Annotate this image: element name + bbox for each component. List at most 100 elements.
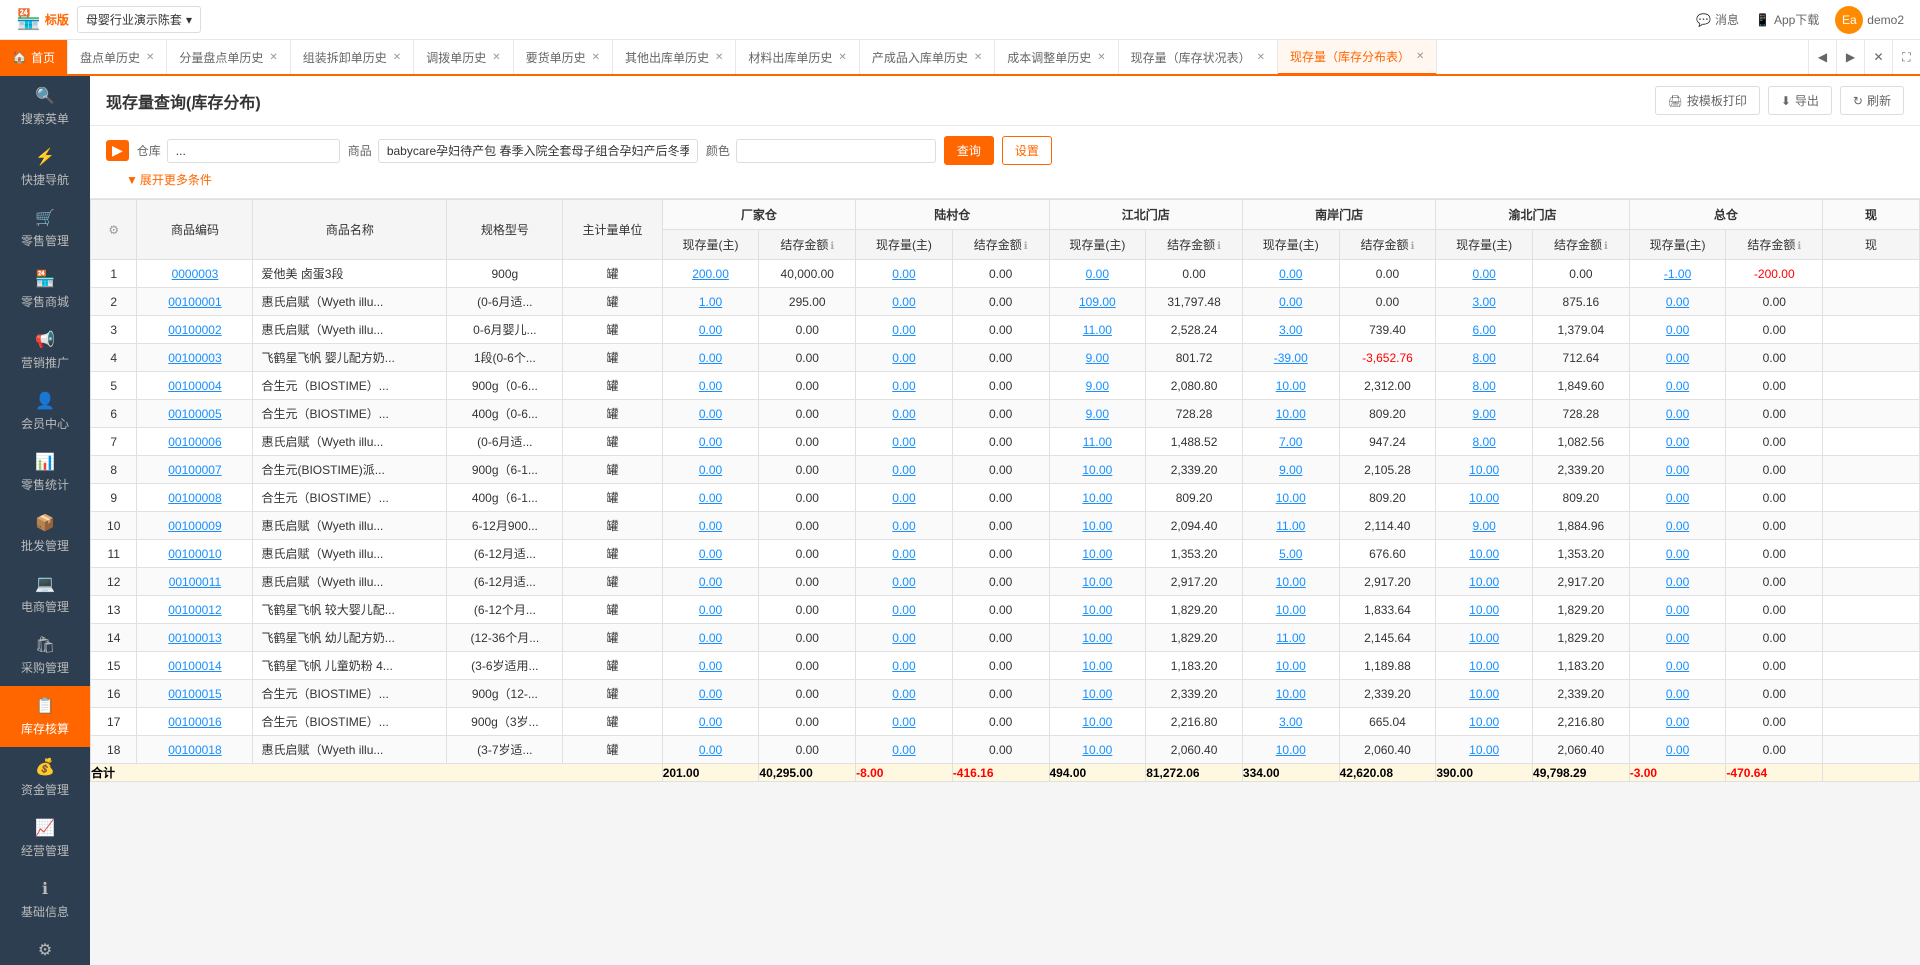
sidebar-item-basic[interactable]: ℹ 基础信息: [0, 869, 90, 930]
expand-icon: ▼: [126, 173, 138, 187]
sidebar-item-ecom[interactable]: 💻 电商管理: [0, 564, 90, 625]
th-group-jiangbei: 江北门店: [1049, 200, 1242, 230]
close-icon[interactable]: ✕: [715, 52, 723, 63]
close-icon[interactable]: ✕: [1416, 51, 1424, 62]
sidebar-label-finance: 资金管理: [21, 781, 69, 798]
sidebar-label-shop: 零售商城: [21, 293, 69, 310]
table-row: 1300100012飞鹤星飞帆 较大婴儿配...(6-12个月...罐0.000…: [91, 596, 1920, 624]
close-icon[interactable]: ✕: [592, 52, 600, 63]
th-lucun-amt: 结存金额ℹ: [952, 230, 1049, 260]
tab-4[interactable]: 调拨单历史 ✕: [414, 40, 513, 75]
refresh-button[interactable]: ↻ 刷新: [1840, 86, 1904, 115]
table-row: 400100003飞鹤星飞帆 婴儿配方奶...1段(0-6个...罐0.000.…: [91, 344, 1920, 372]
refresh-icon: ↻: [1853, 94, 1863, 108]
th-current: 现: [1823, 230, 1920, 260]
sidebar-item-member[interactable]: 👤 会员中心: [0, 381, 90, 442]
sidebar-item-finance[interactable]: 💰 资金管理: [0, 747, 90, 808]
th-jiangbei-amt: 结存金额ℹ: [1146, 230, 1243, 260]
org-selector[interactable]: 母婴行业演示陈套 ▾: [77, 6, 201, 33]
product-name: 合生元（BIOSTIME）...: [253, 372, 447, 400]
close-icon[interactable]: ✕: [269, 52, 277, 63]
sidebar-item-wholesale[interactable]: 📦 批发管理: [0, 503, 90, 564]
query-button[interactable]: 查询: [944, 136, 994, 165]
tab-5[interactable]: 要货单历史 ✕: [514, 40, 613, 75]
expand-conditions-button[interactable]: ▼ 展开更多条件: [126, 171, 1904, 188]
tab-9[interactable]: 成本调整单历史 ✕: [995, 40, 1118, 75]
table-row: 1800100018惠氏启赋（Wyeth illu...(3-7岁适...罐0.…: [91, 736, 1920, 764]
home-icon: 🏠: [12, 50, 27, 64]
settings-gear-icon[interactable]: ⚙: [108, 223, 119, 237]
message-item[interactable]: 💬 消息: [1696, 11, 1739, 28]
close-icon[interactable]: ✕: [492, 52, 500, 63]
product-name: 飞鹤星飞帆 幼儿配方奶...: [253, 624, 447, 652]
top-bar-right: 💬 消息 📱 App下载 Ea demo2: [1696, 6, 1904, 34]
printer-icon: 🖨: [1668, 94, 1683, 108]
th-nanan-amt: 结存金额ℹ: [1339, 230, 1436, 260]
close-icon[interactable]: ✕: [393, 52, 401, 63]
close-icon[interactable]: ✕: [1097, 52, 1105, 63]
app-download-item[interactable]: 📱 App下载: [1755, 11, 1819, 28]
table-row: 500100004合生元（BIOSTIME）...900g（0-6...罐0.0…: [91, 372, 1920, 400]
warehouse-input[interactable]: [167, 139, 340, 163]
print-button[interactable]: 🖨 按模板打印: [1655, 86, 1760, 115]
top-bar: 🏪 标版 母婴行业演示陈套 ▾ 💬 消息 📱 App下载 Ea demo2: [0, 0, 1920, 40]
expand-row: ▼ 展开更多条件: [106, 171, 1904, 188]
close-icon[interactable]: ✕: [146, 52, 154, 63]
th-lucun-qty: 现存量(主): [856, 230, 953, 260]
sidebar-item-nav[interactable]: ⚡ 快捷导航: [0, 137, 90, 198]
sidebar-item-retail-mgmt[interactable]: 🛒 零售管理: [0, 198, 90, 259]
sidebar: 🔍 搜索英单 ⚡ 快捷导航 🛒 零售管理 🏪 零售商城 📢 营销推广 👤 会员中…: [0, 76, 90, 965]
export-button[interactable]: ⬇ 导出: [1768, 86, 1832, 115]
th-yubei-qty: 现存量(主): [1436, 230, 1533, 260]
sidebar-item-ops[interactable]: 📈 经营管理: [0, 808, 90, 869]
wholesale-icon: 📦: [35, 513, 55, 533]
close-icon[interactable]: ✕: [838, 52, 846, 63]
sidebar-item-search[interactable]: 🔍 搜索英单: [0, 76, 90, 137]
tab-1[interactable]: 盘点单历史 ✕: [68, 40, 167, 75]
close-icon[interactable]: ✕: [974, 52, 982, 63]
tab-3[interactable]: 组装拆卸单历史 ✕: [291, 40, 414, 75]
tab-8[interactable]: 产成品入库单历史 ✕: [860, 40, 995, 75]
product-name: 飞鹤星飞帆 儿童奶粉 4...: [253, 652, 447, 680]
tab-6[interactable]: 其他出库单历史 ✕: [613, 40, 736, 75]
nav-expand-icon[interactable]: ⛶: [1892, 40, 1920, 75]
product-name: 合生元（BIOSTIME）...: [253, 680, 447, 708]
sidebar-item-retail-shop[interactable]: 🏪 零售商城: [0, 259, 90, 320]
nav-close-icon[interactable]: ✕: [1864, 40, 1892, 75]
page-title: 现存量查询(库存分布): [106, 89, 261, 113]
nav-next-arrow[interactable]: ▶: [1836, 40, 1864, 75]
sidebar-item-purchase[interactable]: 🛍 采购管理: [0, 625, 90, 686]
sidebar-item-marketing[interactable]: 📢 营销推广: [0, 320, 90, 381]
filter-area: ▶ 仓库 商品 颜色 查询 设置: [90, 126, 1920, 199]
sidebar-item-inventory[interactable]: 📋 库存核算: [0, 686, 90, 747]
page-actions: 🖨 按模板打印 ⬇ 导出 ↻ 刷新: [1655, 86, 1904, 115]
tab-10[interactable]: 现存量（库存状况表） ✕: [1119, 40, 1278, 75]
sidebar-item-system[interactable]: ⚙ 系统管理: [0, 930, 90, 965]
table-row: 1000100009惠氏启赋（Wyeth illu...6-12月900...罐…: [91, 512, 1920, 540]
th-total-qty: 现存量(主): [1629, 230, 1726, 260]
tab-2[interactable]: 分量盘点单历史 ✕: [167, 40, 290, 75]
footer-row: 合计201.0040,295.00-8.00-416.16494.0081,27…: [91, 764, 1920, 782]
product-name: 合生元（BIOSTIME）...: [253, 400, 447, 428]
th-group-current: 现: [1823, 200, 1920, 230]
close-icon[interactable]: ✕: [1257, 52, 1265, 63]
table-row: 1500100014飞鹤星飞帆 儿童奶粉 4...(3-6岁适用...罐0.00…: [91, 652, 1920, 680]
th-group-factory: 厂家仓: [662, 200, 855, 230]
settings-button[interactable]: 设置: [1002, 136, 1052, 165]
sidebar-item-stats[interactable]: 📊 零售统计: [0, 442, 90, 503]
org-name: 母婴行业演示陈套: [86, 11, 182, 28]
product-input[interactable]: [378, 139, 698, 163]
tab-7[interactable]: 材料出库单历史 ✕: [736, 40, 859, 75]
ecom-icon: 💻: [35, 574, 55, 594]
search-icon: 🔍: [35, 86, 55, 106]
tab-home[interactable]: 🏠 首页: [0, 40, 68, 75]
sidebar-label-ecom: 电商管理: [21, 598, 69, 615]
tab-11[interactable]: 现存量（库存分布表） ✕: [1278, 40, 1437, 75]
sidebar-label-nav: 快捷导航: [21, 171, 69, 188]
sidebar-label-member: 会员中心: [21, 415, 69, 432]
collapse-arrow[interactable]: ▶: [106, 140, 129, 161]
color-input[interactable]: [736, 139, 936, 163]
user-item[interactable]: Ea demo2: [1835, 6, 1904, 34]
app-icon: 📱: [1755, 13, 1770, 27]
nav-prev-arrow[interactable]: ◀: [1808, 40, 1836, 75]
